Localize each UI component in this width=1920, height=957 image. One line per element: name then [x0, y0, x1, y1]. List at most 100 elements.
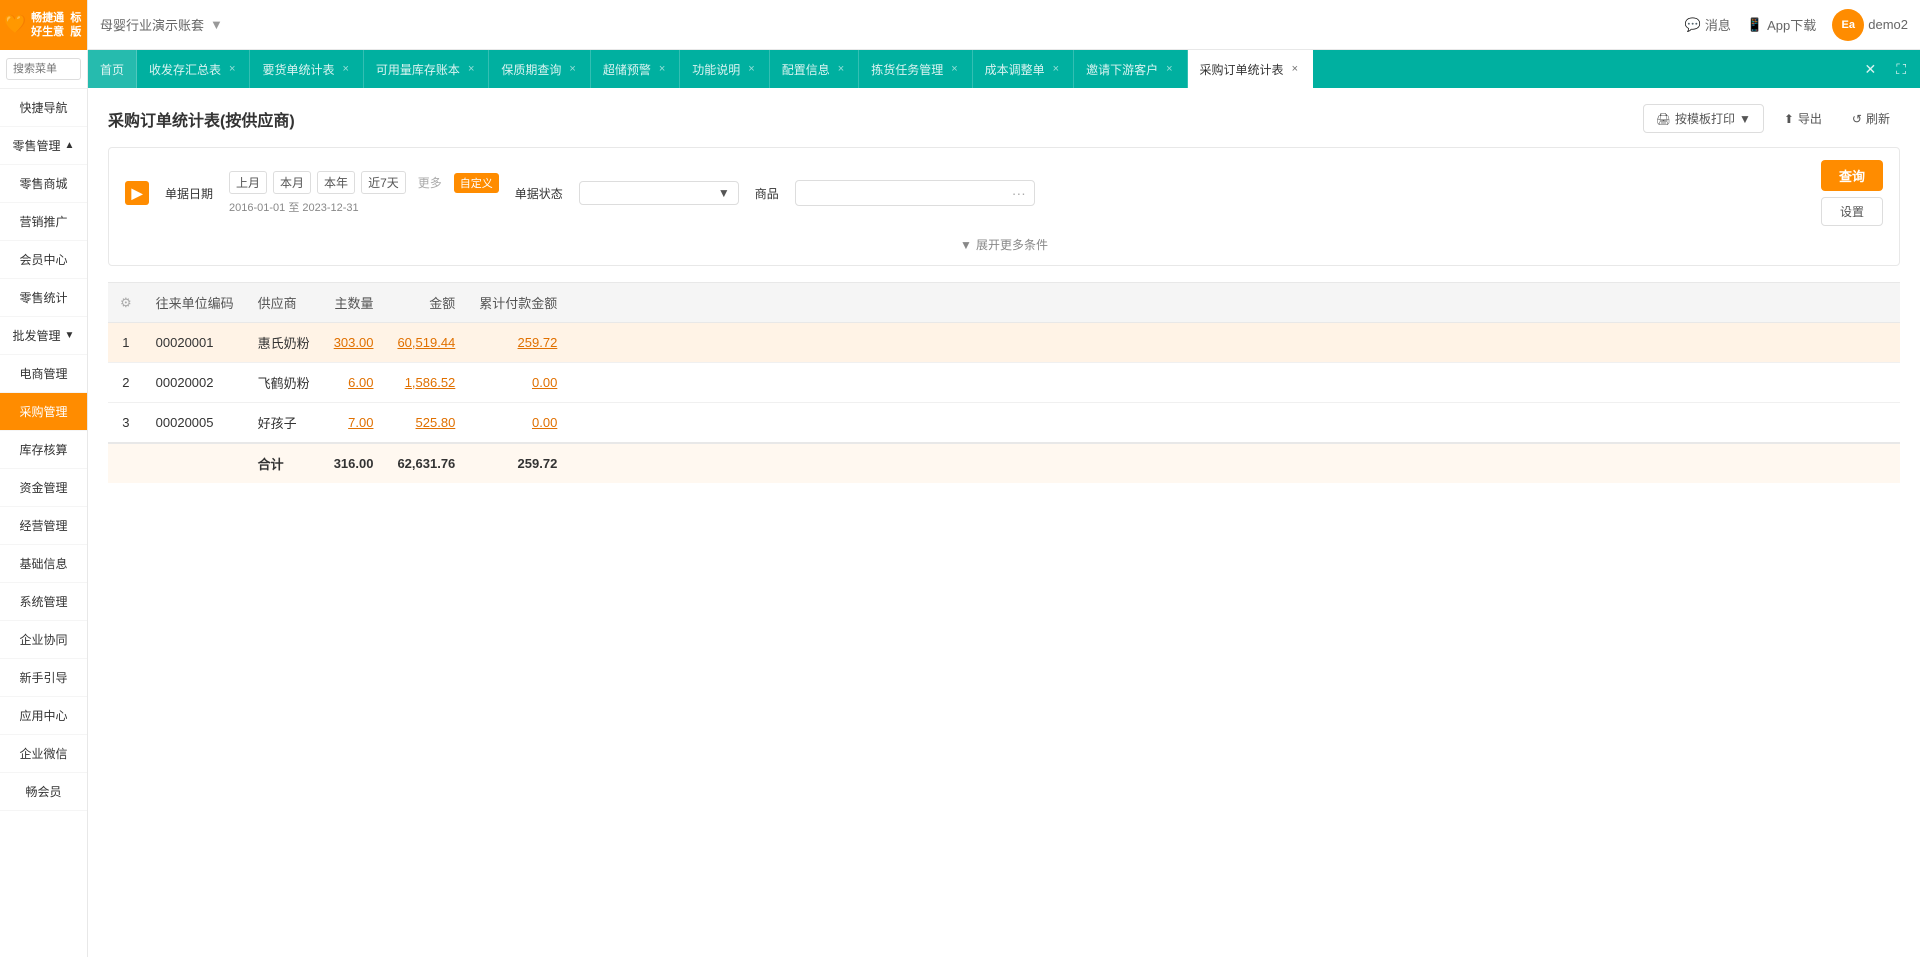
date-shortcut-7days[interactable]: 近7天	[361, 171, 406, 194]
date-shortcut-last-month[interactable]: 上月	[229, 171, 267, 194]
app-logo: 🧡 畅捷通好生意 标版	[0, 0, 87, 50]
tabs-bar: 首页 收发存汇总表 × 要货单统计表 × 可用量库存账本 × 保质期查询 × 超…	[88, 50, 1920, 88]
chevron-up-icon: ▲	[65, 140, 75, 151]
tab-shoufahuizonbiao[interactable]: 收发存汇总表 ×	[137, 50, 250, 88]
row-qty[interactable]: 7.00	[322, 403, 386, 444]
footer-amount: 62,631.76	[385, 443, 467, 483]
chevron-down-icon: ▼	[65, 330, 75, 341]
status-dropdown-icon: ▼	[718, 186, 730, 200]
date-shortcut-this-month[interactable]: 本月	[273, 171, 311, 194]
sidebar: 🧡 畅捷通好生意 标版 快捷导航 零售管理 ▲ 零售商城 营销推广 会员中心 零…	[0, 0, 88, 957]
th-qty: 主数量	[322, 283, 386, 323]
tab-close-pihuo[interactable]: ×	[949, 62, 959, 76]
tab-chengben[interactable]: 成本调整单 ×	[973, 50, 1074, 88]
goods-more-button[interactable]: ···	[1012, 185, 1026, 201]
expand-more-button[interactable]: ▼ 展开更多条件	[960, 236, 1048, 253]
row-amount[interactable]: 1,586.52	[385, 363, 467, 403]
row-amount[interactable]: 525.80	[385, 403, 467, 444]
workspace-dropdown-icon: ▼	[210, 17, 223, 32]
th-amount: 金额	[385, 283, 467, 323]
tab-close-keyongliang[interactable]: ×	[466, 62, 476, 76]
page-title: 采购订单统计表(按供应商)	[108, 107, 295, 131]
sidebar-item-purchase[interactable]: 采购管理	[0, 393, 87, 431]
sidebar-item-wechat[interactable]: 企业微信	[0, 735, 87, 773]
sidebar-item-finance[interactable]: 资金管理	[0, 469, 87, 507]
export-icon: ⬆	[1784, 112, 1794, 126]
sidebar-item-appcenter[interactable]: 应用中心	[0, 697, 87, 735]
row-seq: 3	[108, 403, 144, 444]
tab-gongnengshuo[interactable]: 功能说明 ×	[680, 50, 769, 88]
sidebar-item-basics[interactable]: 基础信息	[0, 545, 87, 583]
topbar-actions: 💬 消息 📱 App下载 Ea demo2	[1685, 9, 1908, 41]
refresh-button[interactable]: ↺ 刷新	[1842, 105, 1900, 132]
sidebar-item-quick-nav[interactable]: 快捷导航	[0, 89, 87, 127]
tab-close-gongnengshuo[interactable]: ×	[746, 62, 756, 76]
tab-home[interactable]: 首页	[88, 50, 137, 88]
date-filter-label: 单据日期	[165, 185, 213, 202]
sidebar-item-coop[interactable]: 企业协同	[0, 621, 87, 659]
row-amount[interactable]: 60,519.44	[385, 323, 467, 363]
tab-keyongliang[interactable]: 可用量库存账本 ×	[364, 50, 489, 88]
tab-close-yaohuodantongji[interactable]: ×	[340, 62, 350, 76]
tab-close-shoufahuizonbiao[interactable]: ×	[227, 62, 237, 76]
tab-baozhi[interactable]: 保质期查询 ×	[489, 50, 590, 88]
main-area: 母婴行业演示账套 ▼ 💬 消息 📱 App下载 Ea demo2 首页	[88, 0, 1920, 957]
sidebar-item-marketing[interactable]: 营销推广	[0, 203, 87, 241]
user-profile[interactable]: Ea demo2	[1832, 9, 1908, 41]
sidebar-item-retail[interactable]: 零售管理 ▲	[0, 127, 87, 165]
row-qty[interactable]: 6.00	[322, 363, 386, 403]
tab-close-caigou[interactable]: ×	[1290, 62, 1300, 76]
sidebar-item-vip[interactable]: 畅会员	[0, 773, 87, 811]
tab-caigou[interactable]: 采购订单统计表 ×	[1188, 50, 1313, 88]
message-button[interactable]: 💬 消息	[1685, 15, 1731, 34]
tab-close-baozhi[interactable]: ×	[567, 62, 577, 76]
workspace-selector[interactable]: 母婴行业演示账套 ▼	[100, 15, 1675, 34]
sidebar-item-inventory[interactable]: 库存核算	[0, 431, 87, 469]
filter-toggle-button[interactable]: ▶	[125, 181, 149, 205]
tab-pihuo[interactable]: 拣货任务管理 ×	[859, 50, 972, 88]
date-shortcuts: 上月 本月 本年 近7天 更多 自定义 2016-01-01 至 2023-12…	[229, 171, 499, 215]
settings-button[interactable]: 设置	[1821, 197, 1883, 226]
tab-close-chaochuyujing[interactable]: ×	[657, 62, 667, 76]
column-settings-icon[interactable]: ⚙	[120, 295, 132, 310]
print-button[interactable]: 🖨 按模板打印 ▼	[1643, 104, 1764, 133]
tab-yaoqing[interactable]: 邀请下游客户 ×	[1074, 50, 1187, 88]
status-dropdown[interactable]: ▼	[579, 181, 739, 205]
sidebar-item-shop[interactable]: 零售商城	[0, 165, 87, 203]
date-shortcut-this-year[interactable]: 本年	[317, 171, 355, 194]
app-download-button[interactable]: 📱 App下载	[1747, 15, 1816, 34]
sidebar-item-ops[interactable]: 经营管理	[0, 507, 87, 545]
tab-fullscreen-button[interactable]: ⛶	[1890, 59, 1912, 80]
tab-close-yaoqing[interactable]: ×	[1164, 62, 1174, 76]
th-empty	[569, 283, 1900, 323]
footer-row: 合计 316.00 62,631.76 259.72	[108, 443, 1900, 483]
footer-extra	[569, 443, 1900, 483]
export-button[interactable]: ⬆ 导出	[1774, 105, 1832, 132]
tab-yaohuodantongji[interactable]: 要货单统计表 ×	[250, 50, 363, 88]
tab-peizhi[interactable]: 配置信息 ×	[770, 50, 859, 88]
query-button[interactable]: 查询	[1821, 160, 1883, 191]
tab-close-all-button[interactable]: ✕	[1858, 59, 1882, 80]
tabs-end-actions: ✕ ⛶	[1858, 59, 1920, 80]
tab-close-peizhi[interactable]: ×	[836, 62, 846, 76]
row-paid[interactable]: 0.00	[467, 363, 569, 403]
search-input[interactable]	[6, 58, 81, 80]
page-inner: 采购订单统计表(按供应商) 🖨 按模板打印 ▼ ⬆ 导出 ↺ 刷新	[88, 88, 1920, 957]
tab-close-chengben[interactable]: ×	[1051, 62, 1061, 76]
date-custom-badge[interactable]: 自定义	[454, 173, 499, 193]
row-paid[interactable]: 0.00	[467, 403, 569, 444]
date-shortcut-more[interactable]: 更多	[412, 172, 448, 193]
sidebar-item-member[interactable]: 会员中心	[0, 241, 87, 279]
filter-actions: 查询 设置	[1821, 160, 1883, 226]
table-row: 1 00020001 惠氏奶粉 303.00 60,519.44 259.72	[108, 323, 1900, 363]
tab-chaochuyujing[interactable]: 超储预警 ×	[591, 50, 680, 88]
sidebar-item-guide[interactable]: 新手引导	[0, 659, 87, 697]
row-qty[interactable]: 303.00	[322, 323, 386, 363]
sidebar-item-retail-stat[interactable]: 零售统计	[0, 279, 87, 317]
goods-input[interactable]	[804, 186, 1012, 200]
expand-more-row: ▼ 展开更多条件	[125, 236, 1883, 253]
sidebar-item-ecom[interactable]: 电商管理	[0, 355, 87, 393]
sidebar-item-batch[interactable]: 批发管理 ▼	[0, 317, 87, 355]
sidebar-item-system[interactable]: 系统管理	[0, 583, 87, 621]
row-paid[interactable]: 259.72	[467, 323, 569, 363]
